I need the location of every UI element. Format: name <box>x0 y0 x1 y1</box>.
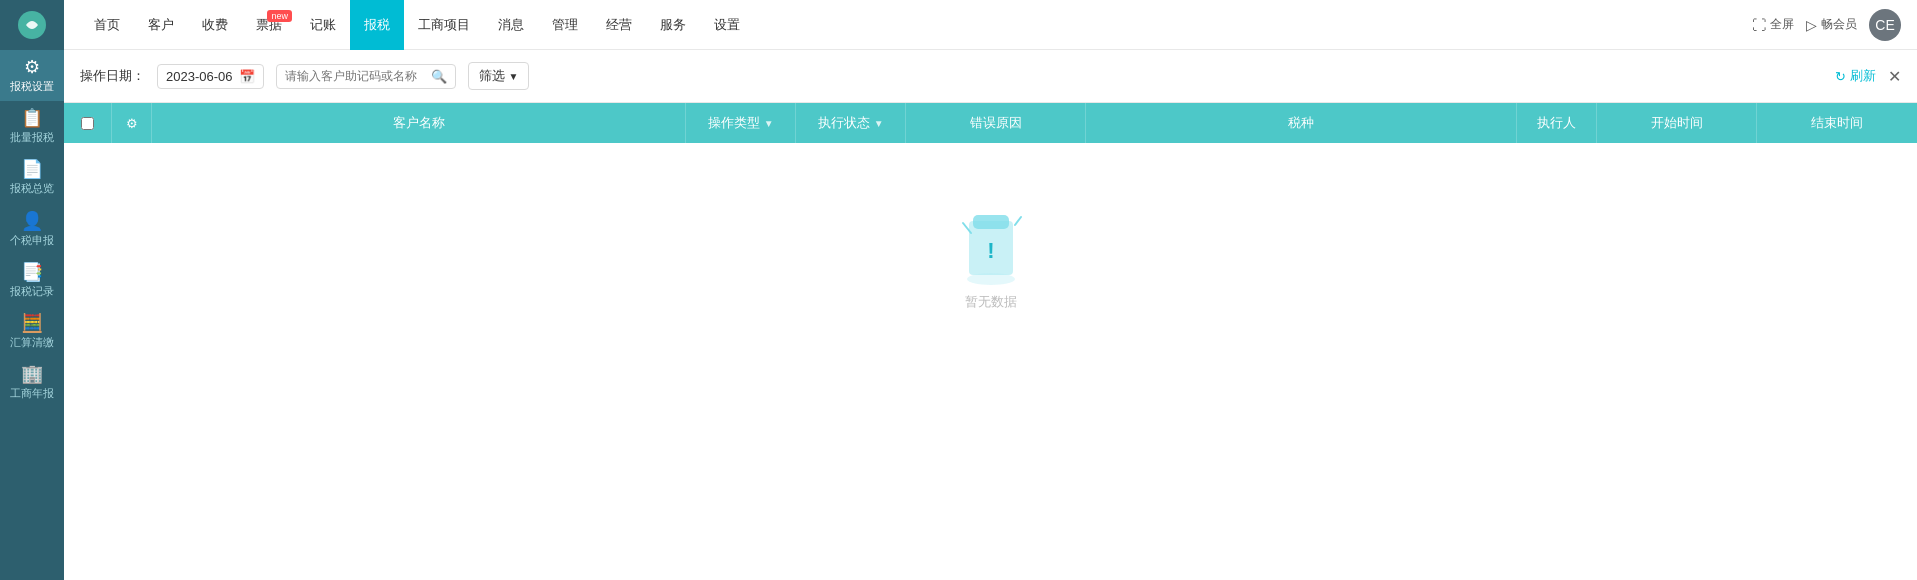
top-nav: 首页 客户 收费 票据 new 记账 报税 工商项目 消息 管理 经营 <box>64 0 1917 50</box>
sidebar-item-batch-tax[interactable]: 📋 批量报税 <box>0 101 64 152</box>
date-picker[interactable]: 2023-06-06 📅 <box>157 64 264 89</box>
search-box: 🔍 <box>276 64 456 89</box>
tax-settings-icon: ⚙ <box>24 58 40 76</box>
th-settings[interactable]: ⚙ <box>112 103 152 143</box>
calendar-icon: 📅 <box>239 69 255 84</box>
settlement-icon: 🧮 <box>21 314 43 332</box>
content: 操作日期： 2023-06-06 📅 🔍 筛选 ▼ ↻ 刷新 ✕ <box>64 50 1917 580</box>
refresh-button[interactable]: ↻ 刷新 <box>1835 67 1876 85</box>
filter-button[interactable]: 筛选 ▼ <box>468 62 530 90</box>
search-icon: 🔍 <box>431 69 447 84</box>
main-area: 首页 客户 收费 票据 new 记账 报税 工商项目 消息 管理 经营 <box>64 0 1917 580</box>
nav-item-invoice[interactable]: 票据 new <box>242 0 296 50</box>
nav-item-biz-project[interactable]: 工商项目 <box>404 0 484 50</box>
sidebar-item-label: 批量报税 <box>10 131 54 144</box>
sidebar-item-settlement[interactable]: 🧮 汇算清缴 <box>0 306 64 357</box>
nav-item-tax[interactable]: 报税 <box>350 0 404 50</box>
nav-item-billing[interactable]: 收费 <box>188 0 242 50</box>
sidebar-item-tax-records[interactable]: 📑 报税记录 <box>0 255 64 306</box>
sidebar-item-individual-tax[interactable]: 👤 个税申报 <box>0 204 64 255</box>
date-label: 操作日期： <box>80 67 145 85</box>
empty-illustration: ! <box>951 203 1031 293</box>
refresh-icon: ↻ <box>1835 69 1846 84</box>
th-start-time: 开始时间 <box>1597 103 1757 143</box>
table-header: ⚙ 客户名称 操作类型 ▼ 执行状态 ▼ 错误原因 税种 <box>64 103 1917 143</box>
toolbar-right: ↻ 刷新 ✕ <box>1835 67 1901 86</box>
table-body: ! 暂无数据 <box>64 143 1917 503</box>
sidebar-item-annual-report[interactable]: 🏢 工商年报 <box>0 357 64 408</box>
sidebar-logo <box>0 0 64 50</box>
empty-text: 暂无数据 <box>965 293 1017 311</box>
individual-tax-icon: 👤 <box>21 212 43 230</box>
nav-item-service[interactable]: 服务 <box>646 0 700 50</box>
th-exec-status[interactable]: 执行状态 ▼ <box>796 103 906 143</box>
sidebar-item-label: 汇算清缴 <box>10 336 54 349</box>
sidebar-item-label: 工商年报 <box>10 387 54 400</box>
topnav-right: ⛶ 全屏 ▷ 畅会员 CE <box>1752 9 1901 41</box>
sidebar-item-label: 个税申报 <box>10 234 54 247</box>
sort-icon: ▼ <box>874 118 884 129</box>
tax-records-icon: 📑 <box>21 263 43 281</box>
nav-item-home[interactable]: 首页 <box>80 0 134 50</box>
sort-icon: ▼ <box>764 118 774 129</box>
nav-item-customer[interactable]: 客户 <box>134 0 188 50</box>
annual-report-icon: 🏢 <box>21 365 43 383</box>
tax-overview-icon: 📄 <box>21 160 43 178</box>
fullscreen-icon: ⛶ <box>1752 17 1766 33</box>
member-icon: ▷ <box>1806 17 1817 33</box>
member-btn[interactable]: ▷ 畅会员 <box>1806 16 1857 33</box>
sidebar-item-label: 报税总览 <box>10 182 54 195</box>
th-customer-name: 客户名称 <box>152 103 686 143</box>
avatar[interactable]: CE <box>1869 9 1901 41</box>
nav-item-message[interactable]: 消息 <box>484 0 538 50</box>
sidebar-item-tax-overview[interactable]: 📄 报税总览 <box>0 152 64 203</box>
sidebar-item-label: 报税设置 <box>10 80 54 93</box>
sidebar-item-label: 报税记录 <box>10 285 54 298</box>
sidebar: ⚙ 报税设置 📋 批量报税 📄 报税总览 👤 个税申报 📑 报税记录 🧮 汇算清… <box>0 0 64 580</box>
svg-point-6 <box>967 273 1015 285</box>
th-tax-type: 税种 <box>1086 103 1517 143</box>
svg-line-5 <box>1015 217 1021 225</box>
svg-text:!: ! <box>987 238 994 263</box>
batch-tax-icon: 📋 <box>21 109 43 127</box>
nav-item-manage[interactable]: 管理 <box>538 0 592 50</box>
th-executor: 执行人 <box>1517 103 1597 143</box>
filter-label: 筛选 <box>479 67 505 85</box>
new-badge: new <box>267 10 292 22</box>
chevron-down-icon: ▼ <box>509 71 519 82</box>
th-error-reason: 错误原因 <box>906 103 1086 143</box>
nav-item-settings[interactable]: 设置 <box>700 0 754 50</box>
toolbar: 操作日期： 2023-06-06 📅 🔍 筛选 ▼ ↻ 刷新 ✕ <box>64 50 1917 103</box>
th-checkbox[interactable] <box>64 103 112 143</box>
empty-state: ! 暂无数据 <box>64 143 1917 371</box>
nav-item-accounting[interactable]: 记账 <box>296 0 350 50</box>
search-input[interactable] <box>285 69 425 83</box>
svg-rect-2 <box>973 215 1009 229</box>
settings-icon: ⚙ <box>126 116 138 131</box>
fullscreen-btn[interactable]: ⛶ 全屏 <box>1752 16 1794 33</box>
th-op-type[interactable]: 操作类型 ▼ <box>686 103 796 143</box>
date-value: 2023-06-06 <box>166 69 233 84</box>
close-button[interactable]: ✕ <box>1888 67 1901 86</box>
table-container: ⚙ 客户名称 操作类型 ▼ 执行状态 ▼ 错误原因 税种 <box>64 103 1917 580</box>
nav-item-operation[interactable]: 经营 <box>592 0 646 50</box>
th-end-time: 结束时间 <box>1757 103 1917 143</box>
sidebar-item-tax-settings[interactable]: ⚙ 报税设置 <box>0 50 64 101</box>
select-all-checkbox[interactable] <box>81 117 94 130</box>
